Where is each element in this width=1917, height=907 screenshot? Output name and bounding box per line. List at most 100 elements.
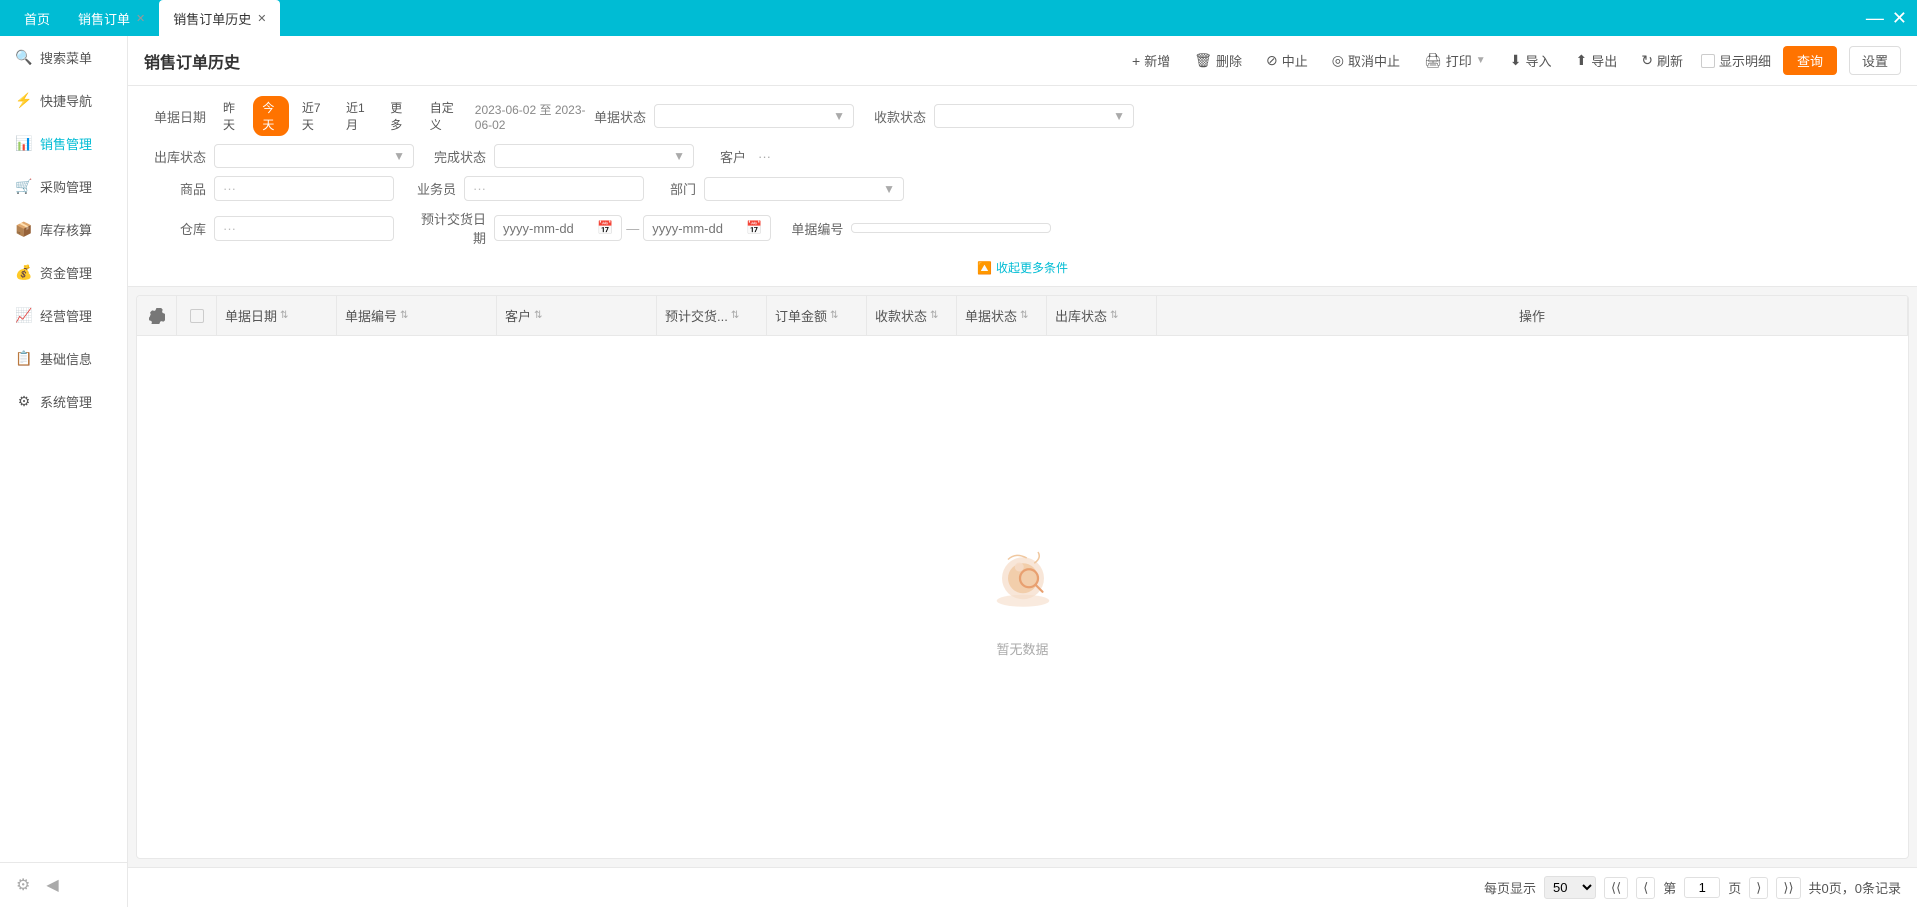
date-yesterday-btn[interactable]: 昨天 — [214, 96, 249, 136]
doc-no-input[interactable] — [851, 223, 1051, 233]
tab-sales-order[interactable]: 销售订单 ✕ — [64, 0, 159, 36]
purchase-icon: 🛒 — [16, 179, 32, 195]
outbound-status-select[interactable]: ▼ — [214, 144, 414, 168]
cancel-stop-button[interactable]: ◎ 取消中止 — [1326, 47, 1406, 74]
minimize-btn[interactable]: — — [1866, 8, 1884, 29]
th-settings[interactable] — [137, 296, 177, 335]
outbound-status-chevron: ▼ — [393, 149, 405, 163]
search-icon: 🔍 — [16, 50, 32, 66]
doc-status-select[interactable]: ▼ — [654, 104, 854, 128]
add-button[interactable]: + 新增 — [1126, 47, 1176, 74]
import-button[interactable]: ⬇ 导入 — [1504, 47, 1558, 74]
stop-icon: ⊘ — [1266, 52, 1278, 69]
show-detail-checkbox[interactable] — [1701, 54, 1715, 68]
show-detail-toggle[interactable]: 显示明细 — [1701, 51, 1771, 70]
th-date[interactable]: 单据日期 ⇅ — [217, 296, 337, 335]
sidebar-item-basic-info[interactable]: 📋 基础信息 — [0, 337, 127, 380]
last-page-btn[interactable]: ⟩⟩ — [1776, 877, 1800, 899]
delivery-date-start-field[interactable] — [503, 221, 593, 236]
date-custom-btn[interactable]: 自定义 — [421, 96, 465, 136]
inventory-icon: 📦 — [16, 222, 32, 238]
print-icon: 🖨 — [1424, 52, 1442, 69]
refresh-button[interactable]: ↻ 刷新 — [1635, 47, 1689, 74]
per-page-select[interactable]: 50 10 20 100 — [1544, 876, 1596, 899]
filter-row-4: 仓库 ··· 预计交货日期 📅 — 📅 单据编号 — [144, 209, 1901, 247]
th-delivery[interactable]: 预计交货... ⇅ — [657, 296, 767, 335]
toolbar: + 新增 🗑 删除 ⊘ 中止 ◎ 取消中止 🖨 打印 — [1126, 46, 1901, 75]
th-doc-status[interactable]: 单据状态 ⇅ — [957, 296, 1047, 335]
date-1month-btn[interactable]: 近1月 — [337, 96, 377, 136]
sidebar-item-purchase[interactable]: 🛒 采购管理 — [0, 165, 127, 208]
delivery-date-start-input[interactable]: 📅 — [494, 215, 622, 241]
settings-button[interactable]: 设置 — [1849, 46, 1901, 75]
tab-sales-order-history[interactable]: 销售订单历史 ✕ — [159, 0, 280, 36]
payment-status-chevron: ▼ — [1113, 109, 1125, 123]
per-page-label: 每页显示 — [1484, 878, 1536, 897]
refresh-icon: ↻ — [1641, 52, 1653, 69]
empty-state-illustration — [978, 537, 1068, 627]
layout: 🔍 搜索菜单 ⚡ 快捷导航 📊 销售管理 🛒 采购管理 📦 库存核算 💰 资金管… — [0, 36, 1917, 907]
sort-docno-icon: ⇅ — [400, 310, 408, 321]
complete-status-chevron: ▼ — [673, 149, 685, 163]
th-checkbox[interactable] — [177, 296, 217, 335]
salesperson-ellipsis[interactable]: ··· — [464, 176, 644, 201]
sort-customer-icon: ⇅ — [534, 310, 542, 321]
close-tab-sales-order-history[interactable]: ✕ — [257, 12, 266, 25]
export-button[interactable]: ⬆ 导出 — [1569, 47, 1623, 74]
complete-status-select[interactable]: ▼ — [494, 144, 694, 168]
sort-status-icon: ⇅ — [1020, 310, 1028, 321]
sidebar-item-quicknav[interactable]: ⚡ 快捷导航 — [0, 79, 127, 122]
dept-label: 部门 — [664, 179, 704, 198]
collapse-arrow-icon: 🔼 — [977, 261, 992, 275]
sort-date-icon: ⇅ — [280, 310, 288, 321]
query-button[interactable]: 查询 — [1783, 46, 1837, 75]
warehouse-ellipsis[interactable]: ··· — [214, 216, 394, 241]
add-icon: + — [1132, 53, 1140, 69]
delete-button[interactable]: 🗑 删除 — [1188, 47, 1248, 74]
sidebar-item-sales[interactable]: 📊 销售管理 — [0, 122, 127, 165]
dept-select[interactable]: ▼ — [704, 177, 904, 201]
date-today-btn[interactable]: 今天 — [253, 96, 288, 136]
calendar-end-icon[interactable]: 📅 — [746, 220, 762, 236]
date-7days-btn[interactable]: 近7天 — [293, 96, 333, 136]
top-bar: 首页 销售订单 ✕ 销售订单历史 ✕ — ✕ — [0, 0, 1917, 36]
sidebar-item-system[interactable]: ⚙ 系统管理 — [0, 380, 127, 423]
th-outbound-status[interactable]: 出库状态 ⇅ — [1047, 296, 1157, 335]
th-docno[interactable]: 单据编号 ⇅ — [337, 296, 497, 335]
tab-home[interactable]: 首页 — [10, 0, 64, 36]
doc-no-label: 单据编号 — [791, 219, 851, 238]
filter-area: 单据日期 昨天 今天 近7天 近1月 更多 自定义 2023-06-02 至 2… — [128, 86, 1917, 287]
date-more-btn[interactable]: 更多 — [381, 96, 416, 136]
sidebar-collapse-icon[interactable]: ◀ — [46, 875, 58, 895]
th-payment-status[interactable]: 收款状态 ⇅ — [867, 296, 957, 335]
th-action: 操作 — [1157, 296, 1908, 335]
delivery-date-end-field[interactable] — [652, 221, 742, 236]
sidebar-item-inventory[interactable]: 📦 库存核算 — [0, 208, 127, 251]
sidebar: 🔍 搜索菜单 ⚡ 快捷导航 📊 销售管理 🛒 采购管理 📦 库存核算 💰 资金管… — [0, 36, 128, 907]
sidebar-item-search[interactable]: 🔍 搜索菜单 — [0, 36, 127, 79]
close-window-btn[interactable]: ✕ — [1892, 8, 1907, 29]
payment-status-select[interactable]: ▼ — [934, 104, 1134, 128]
stop-button[interactable]: ⊘ 中止 — [1260, 47, 1314, 74]
select-all-checkbox[interactable] — [190, 309, 204, 323]
goods-ellipsis[interactable]: ··· — [214, 176, 394, 201]
main-content: 销售订单历史 + 新增 🗑 删除 ⊘ 中止 ◎ 取消中止 — [128, 36, 1917, 907]
customer-ellipsis[interactable]: ··· — [754, 149, 775, 164]
close-tab-sales-order[interactable]: ✕ — [136, 12, 145, 25]
calendar-start-icon[interactable]: 📅 — [597, 220, 613, 236]
date-label: 单据日期 — [144, 107, 214, 126]
prev-page-btn[interactable]: ⟨ — [1636, 877, 1655, 899]
print-button[interactable]: 🖨 打印 ▼ — [1418, 47, 1492, 74]
page-number-input[interactable] — [1684, 877, 1720, 898]
delivery-date-end-input[interactable]: 📅 — [643, 215, 771, 241]
sidebar-item-operations[interactable]: 📈 经营管理 — [0, 294, 127, 337]
next-page-btn[interactable]: ⟩ — [1749, 877, 1768, 899]
sidebar-settings-icon[interactable]: ⚙ — [16, 875, 30, 895]
th-amount[interactable]: 订单金额 ⇅ — [767, 296, 867, 335]
import-icon: ⬇ — [1510, 52, 1522, 69]
th-customer[interactable]: 客户 ⇅ — [497, 296, 657, 335]
sidebar-item-finance[interactable]: 💰 资金管理 — [0, 251, 127, 294]
first-page-btn[interactable]: ⟨⟨ — [1604, 877, 1628, 899]
page-suffix: 页 — [1728, 878, 1741, 897]
collapse-filter-row[interactable]: 🔼 收起更多条件 — [144, 255, 1901, 280]
